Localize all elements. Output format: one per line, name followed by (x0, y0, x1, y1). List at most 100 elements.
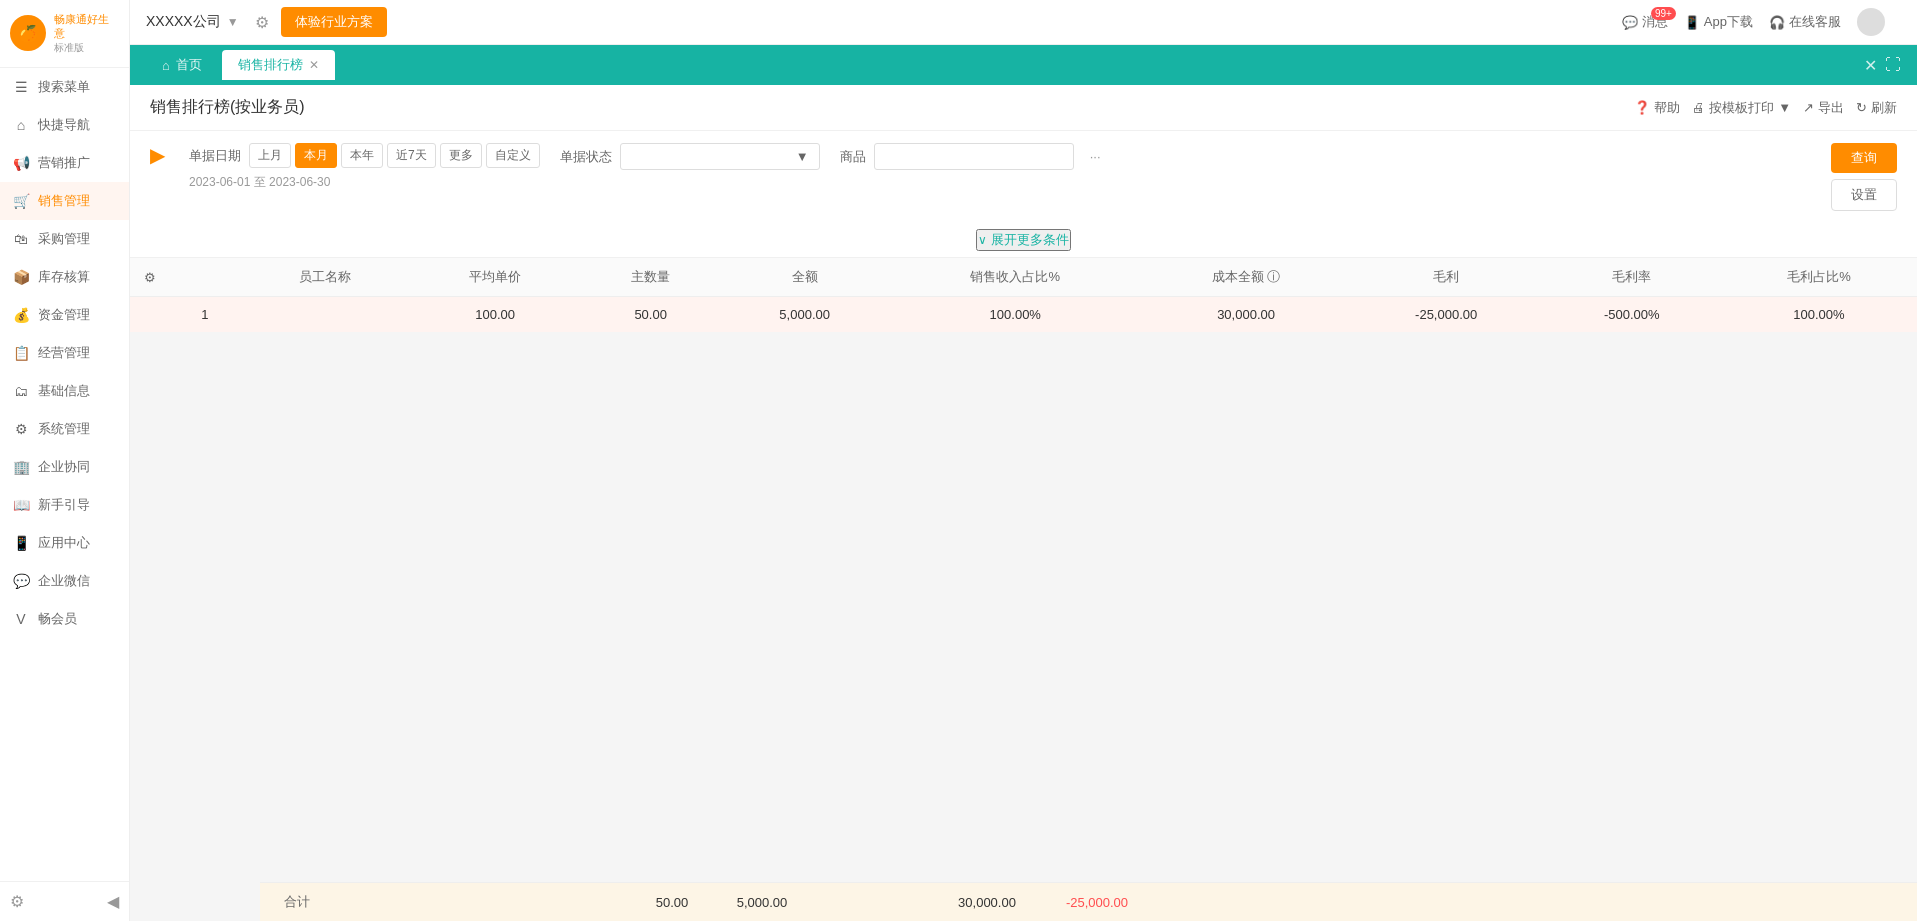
sidebar-item-enterprise[interactable]: 🏢 企业协同 (0, 448, 129, 486)
data-table: ⚙ 员工名称 平均单价 主数量 全额 销售收入占比% 成本全额 ⓘ 毛利 毛利率… (130, 258, 1917, 333)
maximize-icon[interactable]: ⛶ (1885, 56, 1901, 75)
sidebar-item-purchase[interactable]: 🛍 采购管理 (0, 220, 129, 258)
expand-row: ∨ 展开更多条件 (130, 223, 1917, 258)
th-rank (170, 258, 240, 297)
nav-icon-quick-nav: ⌂ (12, 116, 30, 134)
print-btn[interactable]: 🖨 按模板打印 ▼ (1692, 99, 1791, 117)
date-this-year-btn[interactable]: 本年 (341, 143, 383, 168)
th-gross-rate: 毛利率 (1543, 258, 1721, 297)
collapse-toggle-icon[interactable]: ▶ (150, 143, 165, 167)
refresh-label: 刷新 (1871, 99, 1897, 117)
avatar[interactable] (1857, 8, 1885, 36)
date-last-7-btn[interactable]: 近7天 (387, 143, 436, 168)
tab-sales-rank[interactable]: 销售排行榜 ✕ (222, 50, 335, 80)
top-header: XXXXX公司 ▼ ⚙ 体验行业方案 💬 消息 99+ 📱 App下载 🎧 在线… (130, 0, 1917, 45)
sidebar-item-search-order[interactable]: ☰ 搜索菜单 (0, 68, 129, 106)
nav-icon-marketing: 📢 (12, 154, 30, 172)
page-title: 销售排行榜(按业务员) (150, 97, 305, 118)
sidebar-item-operation[interactable]: 📋 经营管理 (0, 334, 129, 372)
sidebar-item-wechat[interactable]: 💬 企业微信 (0, 562, 129, 600)
th-avg-price: 平均单价 (410, 258, 580, 297)
sidebar-item-quick-nav[interactable]: ⌂ 快捷导航 (0, 106, 129, 144)
tab-sales-rank-label: 销售排行榜 (238, 56, 303, 74)
sidebar-item-finance[interactable]: 💰 资金管理 (0, 296, 129, 334)
goods-input[interactable] (874, 143, 1074, 170)
tab-close-icon[interactable]: ✕ (309, 58, 319, 72)
settings-btn[interactable]: 设置 (1831, 179, 1897, 211)
collapse-icon[interactable]: ◀ (107, 892, 119, 911)
footer-gross: -25,000.00 (1042, 895, 1152, 910)
help-btn[interactable]: ❓ 帮助 (1634, 99, 1680, 117)
app-download-btn[interactable]: 📱 App下载 (1684, 13, 1753, 31)
status-select[interactable]: ▼ (620, 143, 820, 170)
footer-amount: 5,000.00 (712, 895, 812, 910)
sidebar-item-system[interactable]: ⚙ 系统管理 (0, 410, 129, 448)
nav-label-newbie: 新手引导 (38, 496, 90, 514)
cell-gross-rate-0: -500.00% (1543, 297, 1721, 333)
sidebar-item-inventory[interactable]: 📦 库存核算 (0, 258, 129, 296)
logo-name: 畅康通好生意 (54, 12, 119, 41)
nav-icon-purchase: 🛍 (12, 230, 30, 248)
export-btn[interactable]: ↗ 导出 (1803, 99, 1844, 117)
date-filter-label: 单据日期 (189, 147, 241, 165)
close-window-icon[interactable]: ✕ (1864, 56, 1877, 75)
date-this-month-btn[interactable]: 本月 (295, 143, 337, 168)
print-icon: 🖨 (1692, 100, 1705, 115)
sidebar: 🍊 畅康通好生意 标准版 ☰ 搜索菜单 ⌂ 快捷导航 📢 营销推广 🛒 销售管理… (0, 0, 130, 921)
page-header: 销售排行榜(按业务员) ❓ 帮助 🖨 按模板打印 ▼ ↗ 导出 (130, 85, 1917, 131)
nav-label-finance: 资金管理 (38, 306, 90, 324)
date-buttons: 上月 本月 本年 近7天 更多 自定义 (249, 143, 540, 168)
help-label: 帮助 (1654, 99, 1680, 117)
nav-icon-base: 🗂 (12, 382, 30, 400)
message-btn[interactable]: 💬 消息 99+ (1622, 13, 1668, 31)
mobile-icon: 📱 (1684, 15, 1700, 30)
try-btn[interactable]: 体验行业方案 (281, 7, 387, 37)
export-label: 导出 (1818, 99, 1844, 117)
sidebar-footer: ⚙ ◀ (0, 881, 129, 921)
sidebar-item-member[interactable]: V 畅会员 (0, 600, 129, 638)
th-name: 员工名称 (240, 258, 410, 297)
nav-icon-wechat: 💬 (12, 572, 30, 590)
company-settings-icon[interactable]: ⚙ (255, 13, 269, 32)
logo-icon: 🍊 (10, 15, 46, 51)
goods-more-icon[interactable]: ··· (1090, 149, 1101, 164)
sidebar-item-base[interactable]: 🗂 基础信息 (0, 372, 129, 410)
nav-label-member: 畅会员 (38, 610, 77, 628)
online-service-label: 在线客服 (1789, 13, 1841, 31)
sidebar-item-sales[interactable]: 🛒 销售管理 (0, 182, 129, 220)
table-row[interactable]: 1 100.00 50.00 5,000.00 100.00% 30,000.0… (130, 297, 1917, 333)
expand-btn[interactable]: ∨ 展开更多条件 (976, 229, 1071, 251)
th-amount: 全额 (721, 258, 888, 297)
query-btn[interactable]: 查询 (1831, 143, 1897, 173)
cell-amount-0: 5,000.00 (721, 297, 888, 333)
sidebar-item-newbie[interactable]: 📖 新手引导 (0, 486, 129, 524)
page-body: 销售排行榜(按业务员) ❓ 帮助 🖨 按模板打印 ▼ ↗ 导出 (130, 85, 1917, 921)
sidebar-nav: ☰ 搜索菜单 ⌂ 快捷导航 📢 营销推广 🛒 销售管理 🛍 采购管理 📦 库存核… (0, 68, 129, 881)
settings-icon[interactable]: ⚙ (10, 892, 24, 911)
page-actions: ❓ 帮助 🖨 按模板打印 ▼ ↗ 导出 ↻ 刷新 (1634, 99, 1897, 117)
nav-icon-operation: 📋 (12, 344, 30, 362)
table-body: 1 100.00 50.00 5,000.00 100.00% 30,000.0… (130, 297, 1917, 333)
company-selector[interactable]: XXXXX公司 ▼ (146, 13, 239, 31)
date-last-month-btn[interactable]: 上月 (249, 143, 291, 168)
sidebar-item-marketing[interactable]: 📢 营销推广 (0, 144, 129, 182)
cell-cost-0: 30,000.00 (1142, 297, 1349, 333)
cell-name-0 (240, 297, 410, 333)
logo-sub: 标准版 (54, 41, 119, 55)
cell-avg-price-0: 100.00 (410, 297, 580, 333)
nav-label-marketing: 营销推广 (38, 154, 90, 172)
help-icon: ❓ (1634, 100, 1650, 115)
date-more-btn[interactable]: 更多 (440, 143, 482, 168)
cell-settings-0 (130, 297, 170, 333)
query-buttons: 查询 设置 (1831, 143, 1897, 211)
th-settings[interactable]: ⚙ (130, 258, 170, 297)
nav-label-appstore: 应用中心 (38, 534, 90, 552)
sidebar-item-appstore[interactable]: 📱 应用中心 (0, 524, 129, 562)
refresh-btn[interactable]: ↻ 刷新 (1856, 99, 1897, 117)
nav-icon-search-order: ☰ (12, 78, 30, 96)
date-custom-btn[interactable]: 自定义 (486, 143, 540, 168)
print-dropdown-icon: ▼ (1778, 100, 1791, 115)
footer-label: 合计 (272, 893, 552, 911)
tab-home[interactable]: ⌂ 首页 (146, 50, 218, 80)
online-service-btn[interactable]: 🎧 在线客服 (1769, 13, 1841, 31)
